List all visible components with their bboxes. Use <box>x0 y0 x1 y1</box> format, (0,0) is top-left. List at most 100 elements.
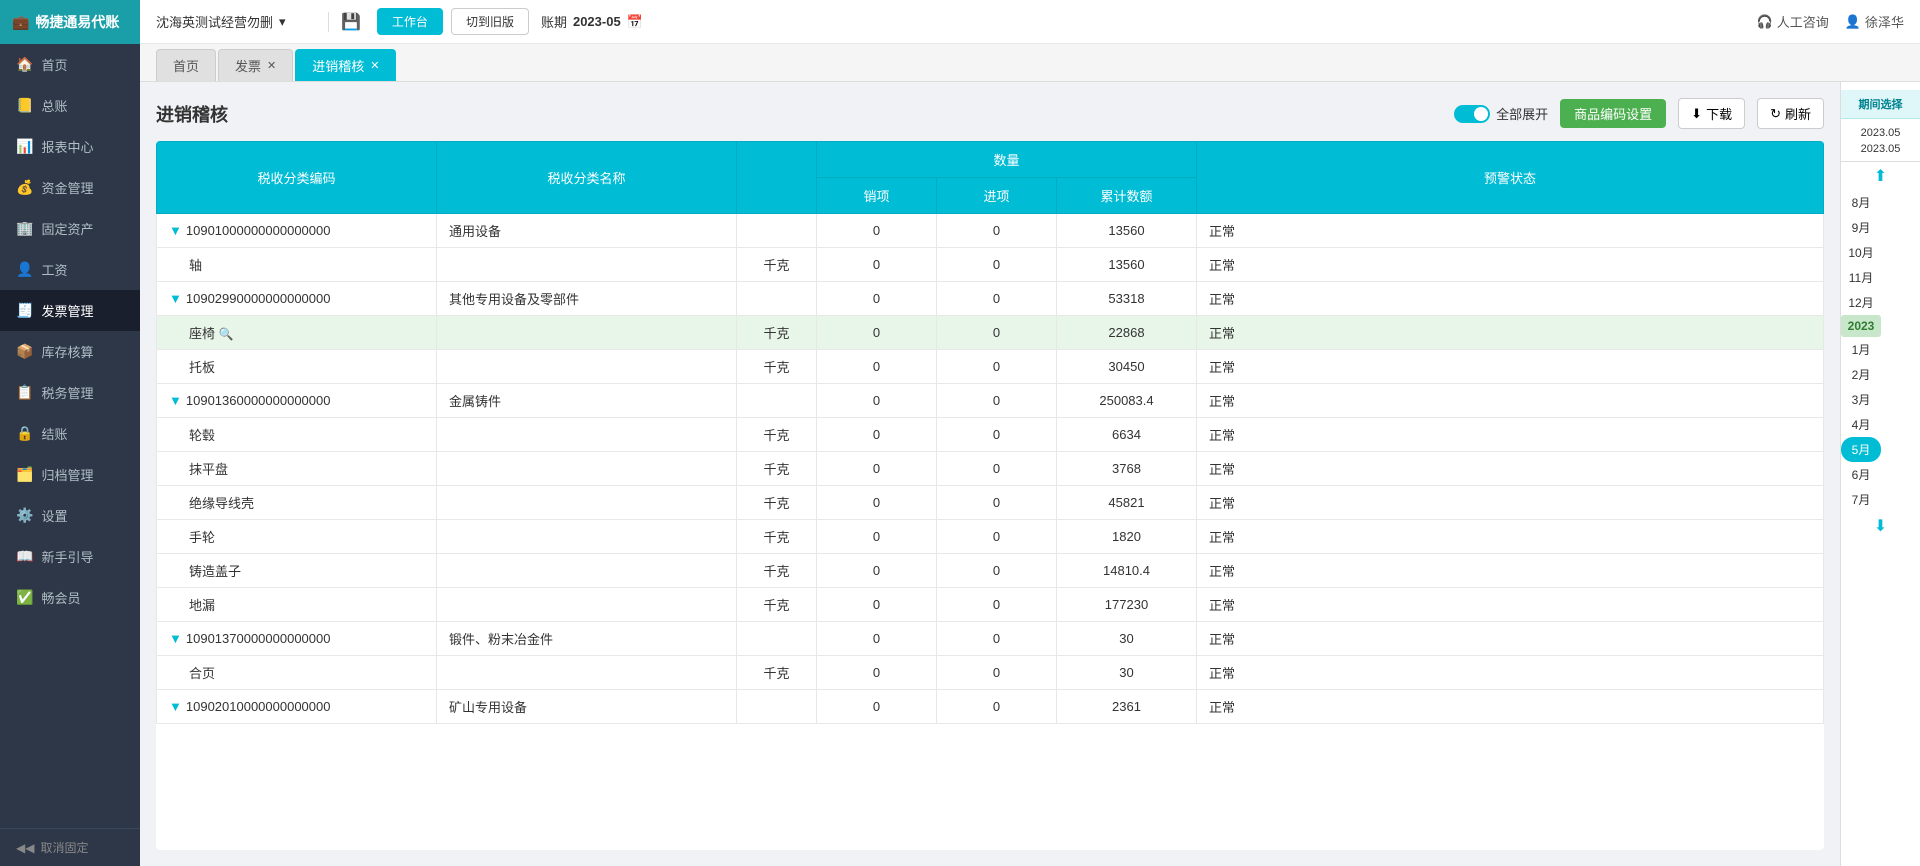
sidebar-label-guide: 新手引导 <box>41 547 93 566</box>
sidebar-item-home[interactable]: 🏠首页 <box>0 44 140 85</box>
tab-reconcile-close[interactable]: ✕ <box>370 59 379 72</box>
panel-content: 2023.052023.05 ⬆8月9月10月11月12月20231月2月3月4月… <box>1841 121 1920 540</box>
td-sale: 0 <box>817 656 937 690</box>
pin-icon: ◀◀ <box>16 841 34 855</box>
sidebar-item-closing[interactable]: 🔒结账 <box>0 413 140 454</box>
td-total: 13560 <box>1057 248 1197 282</box>
sidebar-item-inventory[interactable]: 📦库存核算 <box>0 331 140 372</box>
sidebar-item-archive[interactable]: 🗂️归档管理 <box>0 454 140 495</box>
headset-icon: 🎧 <box>1757 14 1773 30</box>
sidebar-item-member[interactable]: ✅畅会员 <box>0 577 140 618</box>
period-option-1[interactable]: 2023.05 <box>1841 141 1920 157</box>
reports-icon: 📊 <box>16 138 33 155</box>
tab-home[interactable]: 首页 <box>156 49 216 81</box>
right-panel: ◀ 期间选择 2023.052023.05 ⬆8月9月10月11月12月20231… <box>1840 82 1920 866</box>
td-code: 铸造盖子 <box>157 554 437 588</box>
table-row: 轴 千克 0 0 13560 正常 <box>157 248 1824 282</box>
month-item-6月[interactable]: 6月 <box>1841 462 1881 487</box>
period-option-0[interactable]: 2023.05 <box>1841 125 1920 141</box>
search-icon: 🔍 <box>219 327 234 341</box>
td-purchase: 0 <box>937 690 1057 724</box>
month-nav-down[interactable]: ⬇ <box>1841 512 1920 540</box>
sidebar-item-assets[interactable]: 🏢固定资产 <box>0 208 140 249</box>
refresh-icon: ↻ <box>1770 106 1781 122</box>
page-header: 进销稽核 全部展开 商品编码设置 ⬇ 下载 ↻ 刷 <box>156 98 1824 129</box>
period-panel-header: 期间选择 <box>1841 90 1920 119</box>
product-code-button[interactable]: 商品编码设置 <box>1560 99 1666 128</box>
month-item-2023[interactable]: 2023 <box>1841 315 1881 337</box>
td-status: 正常 <box>1197 452 1824 486</box>
tree-arrow: ▼ <box>169 223 182 238</box>
tab-invoice[interactable]: 发票 ✕ <box>218 49 293 81</box>
td-sale: 0 <box>817 486 937 520</box>
td-sale: 0 <box>817 588 937 622</box>
td-sale: 0 <box>817 282 937 316</box>
cloud-save-icon: 💾 <box>341 12 361 32</box>
period-label: 账期 <box>541 12 567 31</box>
sidebar-item-ledger[interactable]: 📒总账 <box>0 85 140 126</box>
switch-version-button[interactable]: 切到旧版 <box>451 8 529 35</box>
period-value: 2023-05 <box>573 14 621 29</box>
td-total: 22868 <box>1057 316 1197 350</box>
td-total: 13560 <box>1057 214 1197 248</box>
month-nav-up[interactable]: ⬆ <box>1841 162 1920 190</box>
td-code: ▼10901370000000000000 <box>157 622 437 656</box>
tab-invoice-label: 发票 <box>235 56 261 75</box>
month-item-3月[interactable]: 3月 <box>1841 387 1881 412</box>
month-item-8月[interactable]: 8月 <box>1841 190 1881 215</box>
month-item-11月[interactable]: 11月 <box>1841 265 1881 290</box>
td-purchase: 0 <box>937 350 1057 384</box>
month-item-9月[interactable]: 9月 <box>1841 215 1881 240</box>
header-actions: 全部展开 商品编码设置 ⬇ 下载 ↻ 刷新 <box>1454 98 1824 129</box>
td-sale: 0 <box>817 452 937 486</box>
td-name <box>437 350 737 384</box>
month-item-10月[interactable]: 10月 <box>1841 240 1881 265</box>
member-icon: ✅ <box>16 589 33 606</box>
workspace-button[interactable]: 工作台 <box>377 8 443 35</box>
month-item-2月[interactable]: 2月 <box>1841 362 1881 387</box>
td-status: 正常 <box>1197 350 1824 384</box>
company-selector[interactable]: 沈海英测试经营勿删 ▾ <box>156 12 316 31</box>
calendar-icon[interactable]: 📅 <box>627 14 643 30</box>
sidebar-item-tax[interactable]: 📋税务管理 <box>0 372 140 413</box>
td-purchase: 0 <box>937 384 1057 418</box>
td-code: ▼10902010000000000000 <box>157 690 437 724</box>
tab-reconcile[interactable]: 进销稽核✕ <box>295 49 396 81</box>
td-purchase: 0 <box>937 588 1057 622</box>
tab-invoice-close[interactable]: ✕ <box>267 59 276 72</box>
sidebar-item-salary[interactable]: 👤工资 <box>0 249 140 290</box>
td-sale: 0 <box>817 316 937 350</box>
td-status: 正常 <box>1197 622 1824 656</box>
sidebar-item-funds[interactable]: 💰资金管理 <box>0 167 140 208</box>
sidebar-label-invoice: 发票管理 <box>41 301 93 320</box>
td-status: 正常 <box>1197 316 1824 350</box>
expand-all-toggle[interactable]: 全部展开 <box>1454 104 1548 123</box>
sidebar-label-inventory: 库存核算 <box>41 342 93 361</box>
download-button[interactable]: ⬇ 下载 <box>1678 98 1745 129</box>
panel-collapse-toggle[interactable]: ◀ <box>1840 454 1841 494</box>
download-icon: ⬇ <box>1691 106 1702 122</box>
td-purchase: 0 <box>937 316 1057 350</box>
sidebar-item-settings[interactable]: ⚙️设置 <box>0 495 140 536</box>
refresh-button[interactable]: ↻ 刷新 <box>1757 98 1824 129</box>
month-item-12月[interactable]: 12月 <box>1841 290 1881 315</box>
month-item-1月[interactable]: 1月 <box>1841 337 1881 362</box>
main-content: 进销稽核 全部展开 商品编码设置 ⬇ 下载 ↻ 刷 <box>140 82 1840 866</box>
month-item-5月[interactable]: 5月 <box>1841 437 1881 462</box>
month-item-4月[interactable]: 4月 <box>1841 412 1881 437</box>
td-code: 地漏 <box>157 588 437 622</box>
month-item-7月[interactable]: 7月 <box>1841 487 1881 512</box>
sidebar-item-invoice[interactable]: 🧾发票管理 <box>0 290 140 331</box>
support-button[interactable]: 🎧 人工咨询 <box>1757 12 1829 31</box>
sidebar-cancel-pin[interactable]: ◀◀ 取消固定 <box>0 828 140 866</box>
td-purchase: 0 <box>937 656 1057 690</box>
toggle-track[interactable] <box>1454 105 1490 123</box>
user-profile[interactable]: 👤 徐泽华 <box>1845 12 1904 31</box>
sidebar-item-guide[interactable]: 📖新手引导 <box>0 536 140 577</box>
td-purchase: 0 <box>937 520 1057 554</box>
td-status: 正常 <box>1197 690 1824 724</box>
td-status: 正常 <box>1197 214 1824 248</box>
th-total: 累计数额 <box>1057 178 1197 214</box>
td-purchase: 0 <box>937 554 1057 588</box>
sidebar-item-reports[interactable]: 📊报表中心 <box>0 126 140 167</box>
